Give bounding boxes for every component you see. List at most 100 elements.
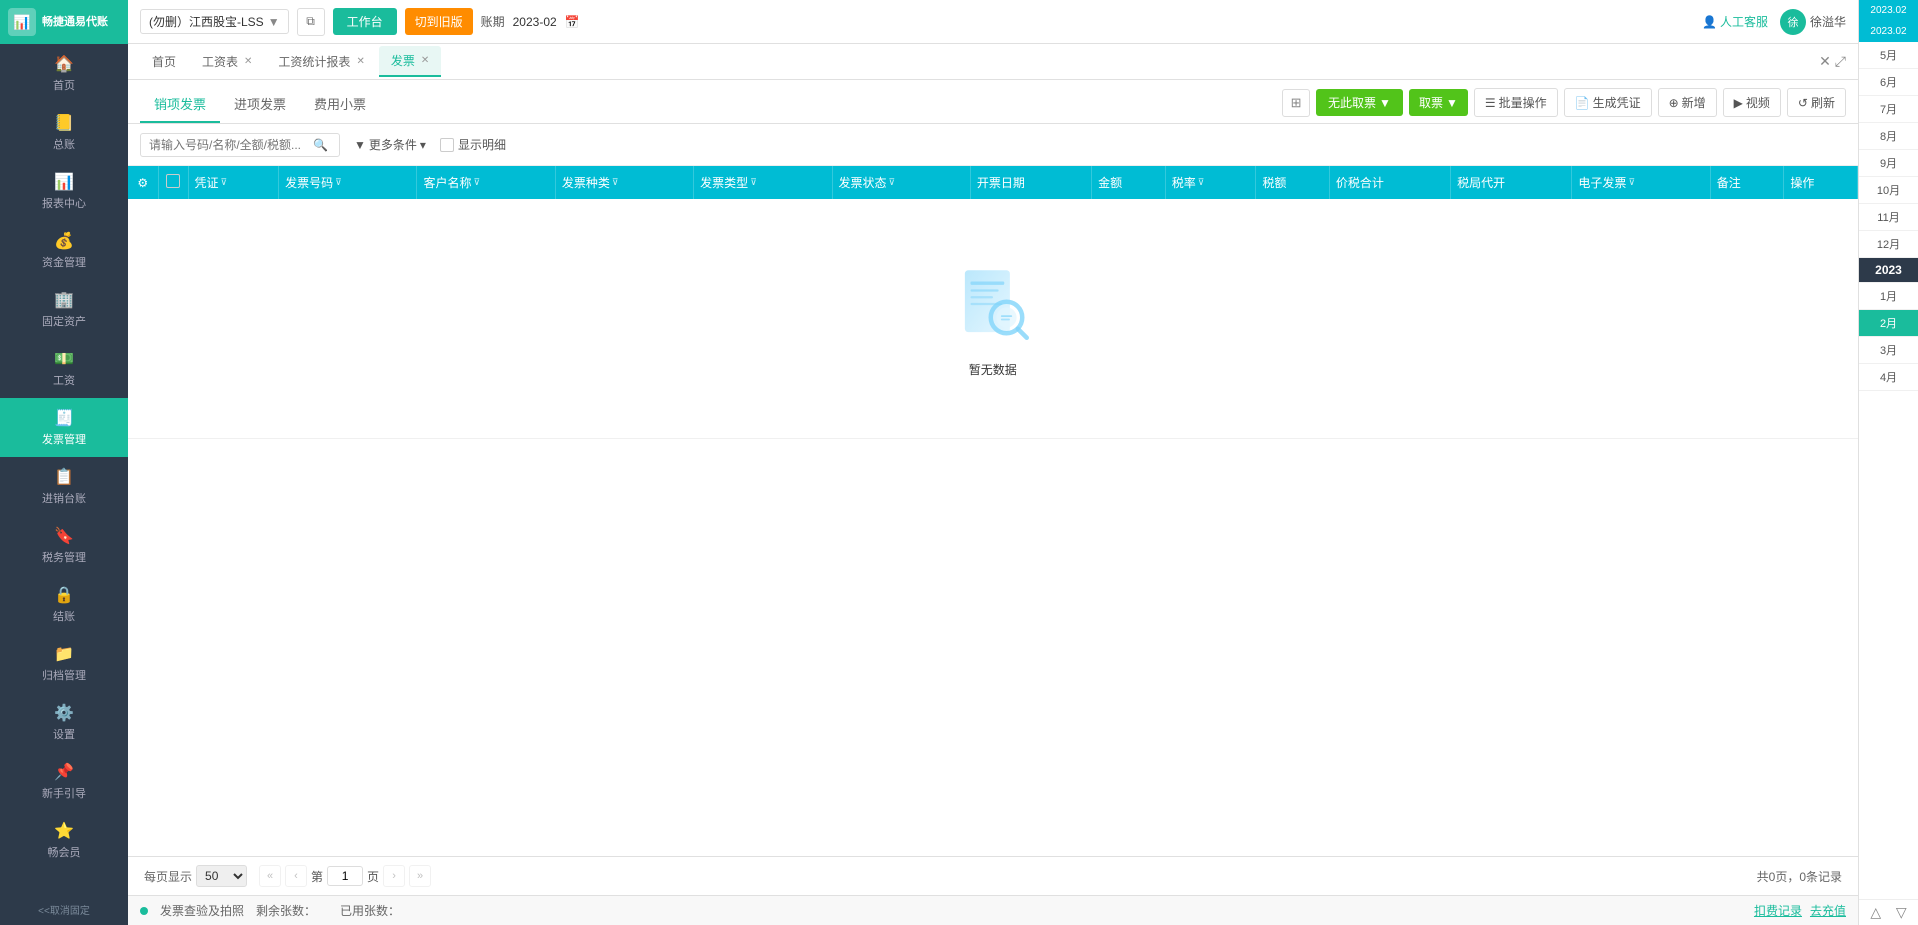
date-month-10[interactable]: 10月 (1859, 177, 1918, 204)
tab-invoice[interactable]: 发票 ✕ (379, 46, 441, 77)
pin-toggle[interactable]: <<取消固定 (0, 894, 128, 925)
avatar-initial: 徐 (1787, 14, 1798, 30)
ticket-button[interactable]: 取票 ▼ (1409, 89, 1468, 116)
sidebar-item-settings[interactable]: ⚙️ 设置 (0, 693, 128, 752)
sidebar-label-salary: 工资 (53, 372, 75, 388)
page-size-select[interactable]: 50 20 100 (196, 865, 247, 887)
date-month-11[interactable]: 11月 (1859, 204, 1918, 231)
switch-version-button[interactable]: 切到旧版 (405, 8, 473, 35)
date-nav-down-icon[interactable]: ▽ (1896, 904, 1907, 921)
select-all-checkbox[interactable] (166, 174, 180, 188)
col-invoice-cat[interactable]: 发票类型 ⊽ (694, 166, 832, 199)
copy-button[interactable]: ⧉ (297, 8, 325, 36)
close-tab-salary-table-icon[interactable]: ✕ (244, 56, 252, 67)
col-tax-total-label: 价税合计 (1336, 176, 1384, 190)
col-tax-rate[interactable]: 税率 ⊽ (1165, 166, 1256, 199)
calendar-icon[interactable]: 📅 (565, 15, 580, 29)
prev-page-button[interactable]: ‹ (285, 865, 307, 887)
col-customer[interactable]: 客户名称 ⊽ (417, 166, 555, 199)
date-month-8[interactable]: 8月 (1859, 123, 1918, 150)
date-month-6[interactable]: 6月 (1859, 69, 1918, 96)
sidebar-item-archive[interactable]: 📁 归档管理 (0, 634, 128, 693)
search-icon[interactable]: 🔍 (313, 138, 328, 152)
date-month-feb[interactable]: 2月 (1859, 310, 1918, 337)
col-tax-amount[interactable]: 税额 (1256, 166, 1330, 199)
tab-salary-table[interactable]: 工资表 ✕ (190, 47, 264, 76)
workbench-button[interactable]: 工作台 (333, 8, 397, 35)
first-page-button[interactable]: « (259, 865, 281, 887)
gen-voucher-button[interactable]: 📄 生成凭证 (1564, 88, 1652, 117)
sidebar-item-reports[interactable]: 📊 报表中心 (0, 162, 128, 221)
col-e-invoice[interactable]: 电子发票 ⊽ (1572, 166, 1710, 199)
date-month-apr[interactable]: 4月 (1859, 364, 1918, 391)
date-month-12[interactable]: 12月 (1859, 231, 1918, 258)
next-page-button[interactable]: › (383, 865, 405, 887)
date-month-9[interactable]: 9月 (1859, 150, 1918, 177)
date-month-mar[interactable]: 3月 (1859, 337, 1918, 364)
sidebar-item-invoice[interactable]: 🧾 发票管理 (0, 398, 128, 457)
sidebar-item-member[interactable]: ⭐ 畅会员 (0, 811, 128, 870)
more-filter-button[interactable]: ▼ 更多条件 ▾ (346, 132, 434, 157)
col-remark[interactable]: 备注 (1710, 166, 1784, 199)
sidebar-item-salary[interactable]: 💵 工资 (0, 339, 128, 398)
date-month-5[interactable]: 5月 (1859, 42, 1918, 69)
close-tab-invoice-icon[interactable]: ✕ (421, 55, 429, 66)
topbar-right: 👤 人工客服 徐 徐溢华 (1702, 9, 1846, 35)
col-open-date[interactable]: 开票日期 (970, 166, 1091, 199)
col-settings[interactable]: ⚙ (128, 166, 158, 199)
recharge-link[interactable]: 去充值 (1810, 902, 1846, 919)
date-nav: △ ▽ (1859, 899, 1918, 925)
date-month-list: 5月 6月 7月 8月 9月 10月 11月 12月 2023 1月 2月 3月… (1859, 42, 1918, 899)
date-month-7[interactable]: 7月 (1859, 96, 1918, 123)
deduction-record-link[interactable]: 扣费记录 (1754, 902, 1802, 919)
display-detail-check-icon[interactable] (440, 138, 454, 152)
col-invoice-status[interactable]: 发票状态 ⊽ (832, 166, 970, 199)
ticket-label: 取票 (1419, 94, 1443, 111)
sub-tab-expense-receipt[interactable]: 费用小票 (300, 88, 380, 123)
refresh-button[interactable]: ↺ 刷新 (1787, 88, 1846, 117)
col-amount[interactable]: 金额 (1092, 166, 1166, 199)
close-tab-salary-stat-icon[interactable]: ✕ (356, 56, 364, 67)
company-selector[interactable]: (勿删）江西股宝-LSS ▼ (140, 9, 289, 34)
col-invoice-type[interactable]: 发票种类 ⊽ (555, 166, 693, 199)
grid-view-button[interactable]: ⊞ (1282, 89, 1310, 117)
sidebar-label-ledger: 总账 (53, 136, 75, 152)
expand-tabs-button[interactable]: ⤢ (1835, 53, 1846, 70)
used-label: 已用张数： (340, 902, 400, 919)
date-nav-up-icon[interactable]: △ (1870, 904, 1881, 921)
sidebar-item-sales[interactable]: 📋 进销台账 (0, 457, 128, 516)
sidebar-item-close[interactable]: 🔒 结账 (0, 575, 128, 634)
video-button[interactable]: ▶ 视频 (1723, 88, 1781, 117)
batch-button[interactable]: ☰ 批量操作 (1474, 88, 1558, 117)
sidebar-item-guide[interactable]: 📌 新手引导 (0, 752, 128, 811)
sidebar-item-funds[interactable]: 💰 资金管理 (0, 221, 128, 280)
col-check[interactable] (158, 166, 188, 199)
sidebar-item-ledger[interactable]: 📒 总账 (0, 103, 128, 162)
display-detail-checkbox[interactable]: 显示明细 (440, 136, 506, 153)
sidebar-label-member: 畅会员 (48, 844, 81, 860)
last-page-button[interactable]: » (409, 865, 431, 887)
close-all-tabs-button[interactable]: ✕ (1819, 53, 1831, 70)
sidebar-item-tax[interactable]: 🔖 税务管理 (0, 516, 128, 575)
sub-tab-purchase-invoice[interactable]: 进项发票 (220, 88, 300, 123)
sub-tab-sales-invoice[interactable]: 销项发票 (140, 88, 220, 123)
app-name: 畅捷通易代账 (42, 15, 108, 29)
tab-home[interactable]: 首页 (140, 47, 188, 76)
col-tax-code[interactable]: 税局代开 (1451, 166, 1572, 199)
col-tax-total[interactable]: 价税合计 (1329, 166, 1450, 199)
col-invoice-cat-filter-icon: ⊽ (750, 177, 757, 188)
sidebar-item-assets[interactable]: 🏢 固定资产 (0, 280, 128, 339)
col-invoice-no[interactable]: 发票号码 ⊽ (279, 166, 417, 199)
sidebar-item-home[interactable]: 🏠 首页 (0, 44, 128, 103)
tab-salary-stat[interactable]: 工资统计报表 ✕ (266, 47, 376, 76)
date-month-jan[interactable]: 1月 (1859, 283, 1918, 310)
no-ticket-button[interactable]: 无此取票 ▼ (1316, 89, 1403, 116)
search-box[interactable]: 🔍 (140, 133, 340, 157)
page-number-input[interactable] (327, 866, 363, 886)
new-button[interactable]: ⊕ 新增 (1658, 88, 1717, 117)
user-menu[interactable]: 徐 徐溢华 (1780, 9, 1846, 35)
customer-service[interactable]: 👤 人工客服 (1702, 13, 1768, 30)
search-input[interactable] (149, 138, 309, 152)
page-size-label: 每页显示 (144, 868, 192, 885)
col-voucher[interactable]: 凭证 ⊽ (188, 166, 279, 199)
